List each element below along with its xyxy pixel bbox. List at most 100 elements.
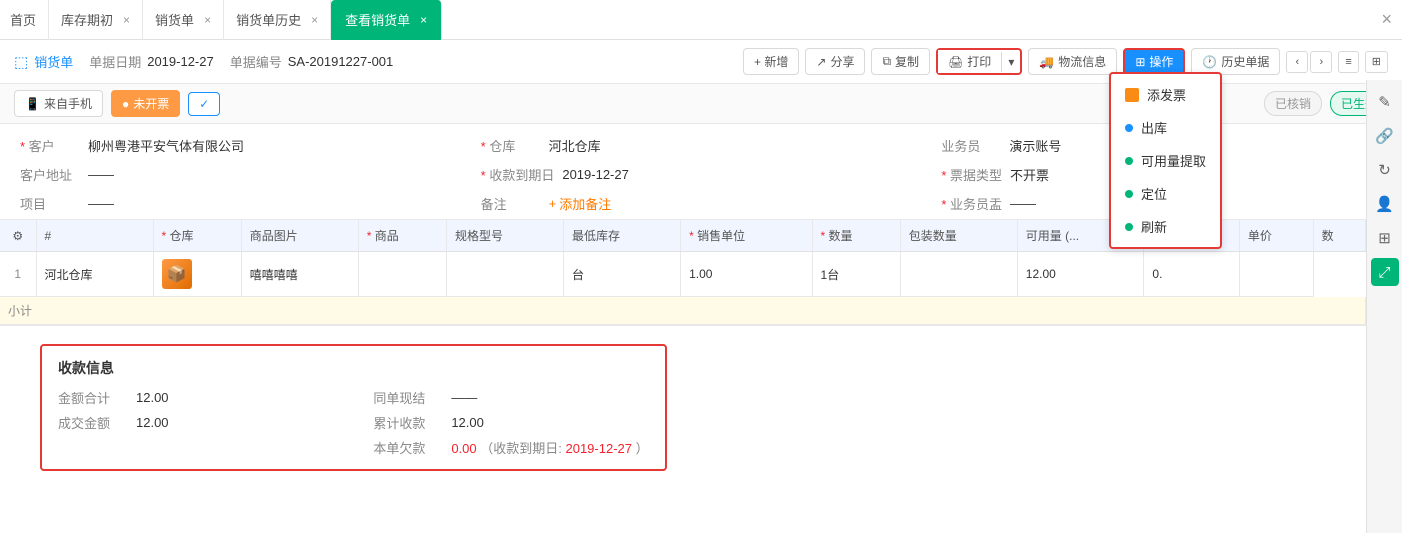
dropdown-quantity-pick[interactable]: 可用量提取 [1111,144,1220,177]
dropdown-outbound[interactable]: 出库 [1111,111,1220,144]
check-icon-button[interactable]: ✓ [188,92,220,116]
add-note-button[interactable]: + 添加备注 [549,194,612,213]
sidebar-link-icon[interactable]: 🔗 [1371,122,1399,150]
col-pack-qty: 包装数量 [900,220,1017,252]
new-button-label: + 新增 [754,53,788,70]
print-dropdown-arrow[interactable]: ▾ [1001,52,1020,72]
project-field: 项目 —— [20,194,461,213]
add-note-label: 添加备注 [559,194,611,213]
operation-button[interactable]: ⊞ 操作 [1123,48,1185,75]
copy-button[interactable]: ⧉ 复制 [871,48,930,75]
main-area: ⬚ 销货单 单据日期 2019-12-27 单据编号 SA-20191227-0… [0,40,1402,533]
tab-home[interactable]: 首页 [10,0,49,40]
not-open-button[interactable]: ● 未开票 [111,90,180,117]
row-unit-price: 0. [1144,252,1239,297]
share-icon: ↗ [816,55,826,69]
sidebar-expand-icon[interactable]: ⤢ [1371,258,1399,286]
print-button-label: 打印 [967,53,991,70]
quantity-pick-label: 可用量提取 [1141,151,1206,170]
ticket-type-label: 票据类型 [941,165,1002,184]
payment-grid: 金额合计 12.00 同单现结 —— 成交金额 12.00 累计收款 12.00 [58,388,649,457]
locate-icon [1125,190,1133,198]
share-button-label: 分享 [830,53,854,70]
col-spec: 规格型号 [447,220,564,252]
copy-button-label: 复制 [895,53,919,70]
history-button[interactable]: 🕐 历史单据 [1191,48,1280,75]
tab-inventory-init[interactable]: 库存期初 × [49,0,143,40]
doc-type-label: 销货单 [34,52,73,71]
customer-label: 客户 [20,136,80,155]
arrears-close-paren: ） [636,441,649,456]
sidebar-grid-icon[interactable]: ⊞ [1371,224,1399,252]
customer-value: 柳州粤港平安气体有限公司 [88,136,244,155]
history-icon: 🕐 [1202,55,1217,69]
share-button[interactable]: ↗ 分享 [805,48,865,75]
col-product-img: 商品图片 [241,220,358,252]
cumulative-payment-label: 累计收款 [373,413,443,432]
global-close-icon[interactable]: × [1381,9,1392,30]
grid-view-button[interactable]: ⊞ [1365,51,1388,73]
check-icon: ✓ [199,97,209,111]
row-min-stock [447,252,564,297]
sidebar-rotate-icon[interactable]: ↻ [1371,156,1399,184]
refresh-label: 刷新 [1141,217,1167,236]
same-order-row: 同单现结 —— [373,388,648,407]
row-available [900,252,1017,297]
tab-view-sales-close[interactable]: × [420,13,427,27]
product-thumbnail: 📦 [162,259,192,289]
from-phone-label: 来自手机 [44,95,92,112]
next-button[interactable]: › [1310,51,1332,73]
tab-sales-order-label: 销货单 [155,10,194,29]
customer-address-label: 客户地址 [20,165,80,184]
revoked-status: 已核销 [1264,91,1322,116]
print-button[interactable]: 🖨 打印 [938,50,1001,73]
from-phone-button[interactable]: 📱 来自手机 [14,90,103,117]
payment-title: 收款信息 [58,358,649,378]
operation-icon: ⊞ [1135,55,1145,69]
customer-address-field: 客户地址 —— [20,165,461,184]
nav-arrows: ‹ › [1286,51,1332,73]
tab-sales-history-close[interactable]: × [311,13,318,27]
print-button-area: 🖨 打印 ▾ [936,48,1022,75]
new-button[interactable]: + 新增 [743,48,799,75]
doc-number-label: 单据编号 [230,52,282,71]
prev-button[interactable]: ‹ [1286,51,1308,73]
dropdown-add-invoice[interactable]: 添发票 [1111,78,1220,111]
copy-icon: ⧉ [882,54,891,69]
warehouse-field: 仓库 河北仓库 [481,136,922,155]
tab-sales-order-close[interactable]: × [204,13,211,27]
ticket-type-value: 不开票 [1010,165,1049,184]
outbound-label: 出库 [1141,118,1167,137]
tab-view-sales[interactable]: 查看销货单 × [331,0,442,40]
dropdown-refresh[interactable]: 刷新 [1111,210,1220,243]
row-extra [1239,252,1313,297]
tab-inventory-init-close[interactable]: × [123,13,130,27]
row-num: 1 [0,252,36,297]
same-order-value: —— [451,390,477,405]
transaction-amount-value: 12.00 [136,415,169,430]
sidebar-user-icon[interactable]: 👤 [1371,190,1399,218]
customer-address-value: —— [88,167,114,182]
tab-home-label: 首页 [10,10,36,29]
tab-sales-history[interactable]: 销货单历史 × [224,0,331,40]
current-arrears-value: 0.00 （收款到期日: 2019-12-27 ） [451,438,648,457]
row-warehouse: 河北仓库 [36,252,153,297]
dropdown-locate[interactable]: 定位 [1111,177,1220,210]
row-pack-qty: 1台 [812,252,900,297]
list-view-button[interactable]: ≡ [1338,51,1358,73]
sidebar-edit-icon[interactable]: ✎ [1371,88,1399,116]
doc-date-field: 单据日期 2019-12-27 [89,52,214,71]
transaction-amount-row: 成交金额 12.00 [58,413,333,432]
right-sidebar: ✎ 🔗 ↻ 👤 ⊞ ⤢ [1366,80,1402,533]
cumulative-payment-row: 累计收款 12.00 [373,413,648,432]
row-product-name: 嘻嘻嘻嘻 [241,252,358,297]
tab-sales-order[interactable]: 销货单 × [143,0,224,40]
tab-bar-close[interactable]: × [1381,9,1392,30]
col-settings[interactable]: ⚙ [0,220,36,252]
add-invoice-icon [1125,88,1139,102]
doc-date-value: 2019-12-27 [147,54,214,69]
refresh-icon [1125,223,1133,231]
logistics-button[interactable]: 🚚 物流信息 [1028,48,1117,75]
row-sales-unit: 台 [564,252,681,297]
row-product-img: 📦 [153,252,241,297]
